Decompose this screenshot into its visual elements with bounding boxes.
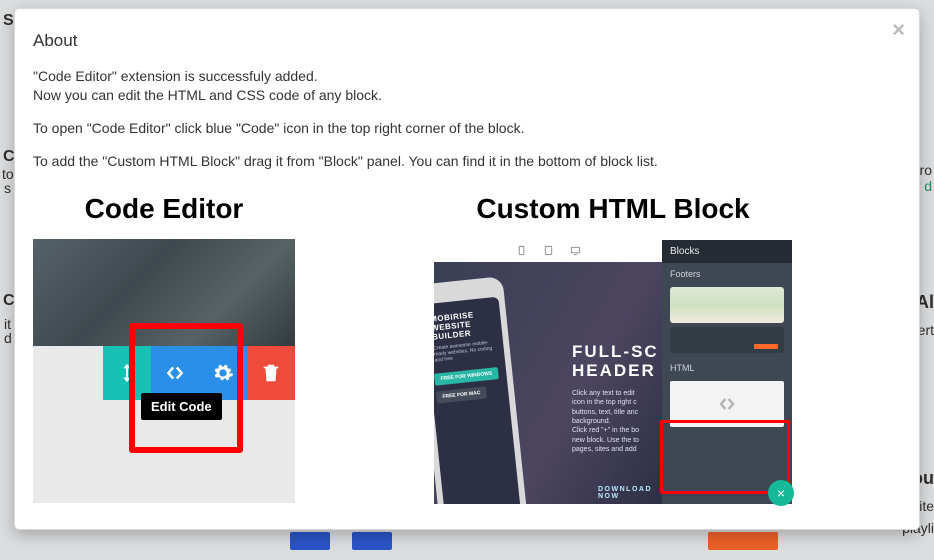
phone-mockup: MOBIRISE WEBSITE BUILDER Create awesome … [434,276,529,504]
close-button[interactable]: × [892,19,905,41]
code-editor-column: Code Editor [33,185,295,503]
move-block-button [103,346,151,400]
about-line: "Code Editor" extension is successfuly a… [33,68,318,84]
preview-heading-1: FULL-SC [572,342,659,362]
highlight-box [660,420,790,494]
blocks-panel: Blocks Footers HTML [662,240,792,504]
preview-heading-2: HEADER [572,361,659,381]
mobile-icon [516,245,527,256]
gear-icon [212,362,234,384]
builder-preview: MOBIRISE WEBSITE BUILDER Create awesome … [434,262,662,504]
footer-block-card-map [670,287,784,323]
footer-block-card-dark [670,327,784,353]
block-toolbar [103,346,295,400]
block-settings-button [199,346,247,400]
about-modal: × About "Code Editor" extension is succe… [14,8,920,530]
download-label: DOWNLOAD NOW [598,486,662,500]
panel-section-footers: Footers [662,263,792,283]
code-editor-button [151,346,199,400]
panel-section-html: HTML [662,357,792,377]
delete-block-button [247,346,295,400]
modal-body: "Code Editor" extension is successfuly a… [33,67,901,505]
phone-pill-mac: FREE FOR MAC [436,386,487,403]
custom-html-column: Custom HTML Block MOBIRISE WEBSITE BUILD… [325,185,901,505]
custom-html-illustration: MOBIRISE WEBSITE BUILDER Create awesome … [433,239,793,505]
code-editor-illustration: Edit Code [33,239,295,503]
edit-code-tooltip: Edit Code [141,393,222,420]
code-icon [164,362,186,384]
phone-pill-win: FREE FOR WINDOWS [434,367,499,386]
modal-title: About [33,31,901,51]
trash-icon [260,362,282,384]
panel-header: Blocks [662,240,792,263]
about-line: Now you can edit the HTML and CSS code o… [33,87,382,103]
desktop-icon [570,245,581,256]
custom-html-heading: Custom HTML Block [325,193,901,225]
tablet-icon [543,245,554,256]
device-switcher [434,240,662,262]
about-text-3: To add the "Custom HTML Block" drag it f… [33,152,901,171]
about-text-1: "Code Editor" extension is successfuly a… [33,67,901,105]
code-icon [717,394,737,414]
preview-desc: Click any text to edit icon in the top r… [572,389,659,455]
illustration-row: Code Editor [33,185,901,505]
code-editor-heading: Code Editor [33,193,295,225]
html-block-card [670,381,784,427]
phone-screen: MOBIRISE WEBSITE BUILDER Create awesome … [434,296,521,503]
close-panel-fab: × [768,480,794,506]
preview-text: FULL-SC HEADER Click any text to edit ic… [572,342,659,455]
about-text-2: To open "Code Editor" click blue "Code" … [33,119,901,138]
block-preview-bg [33,239,295,346]
arrows-vertical-icon [116,362,138,384]
